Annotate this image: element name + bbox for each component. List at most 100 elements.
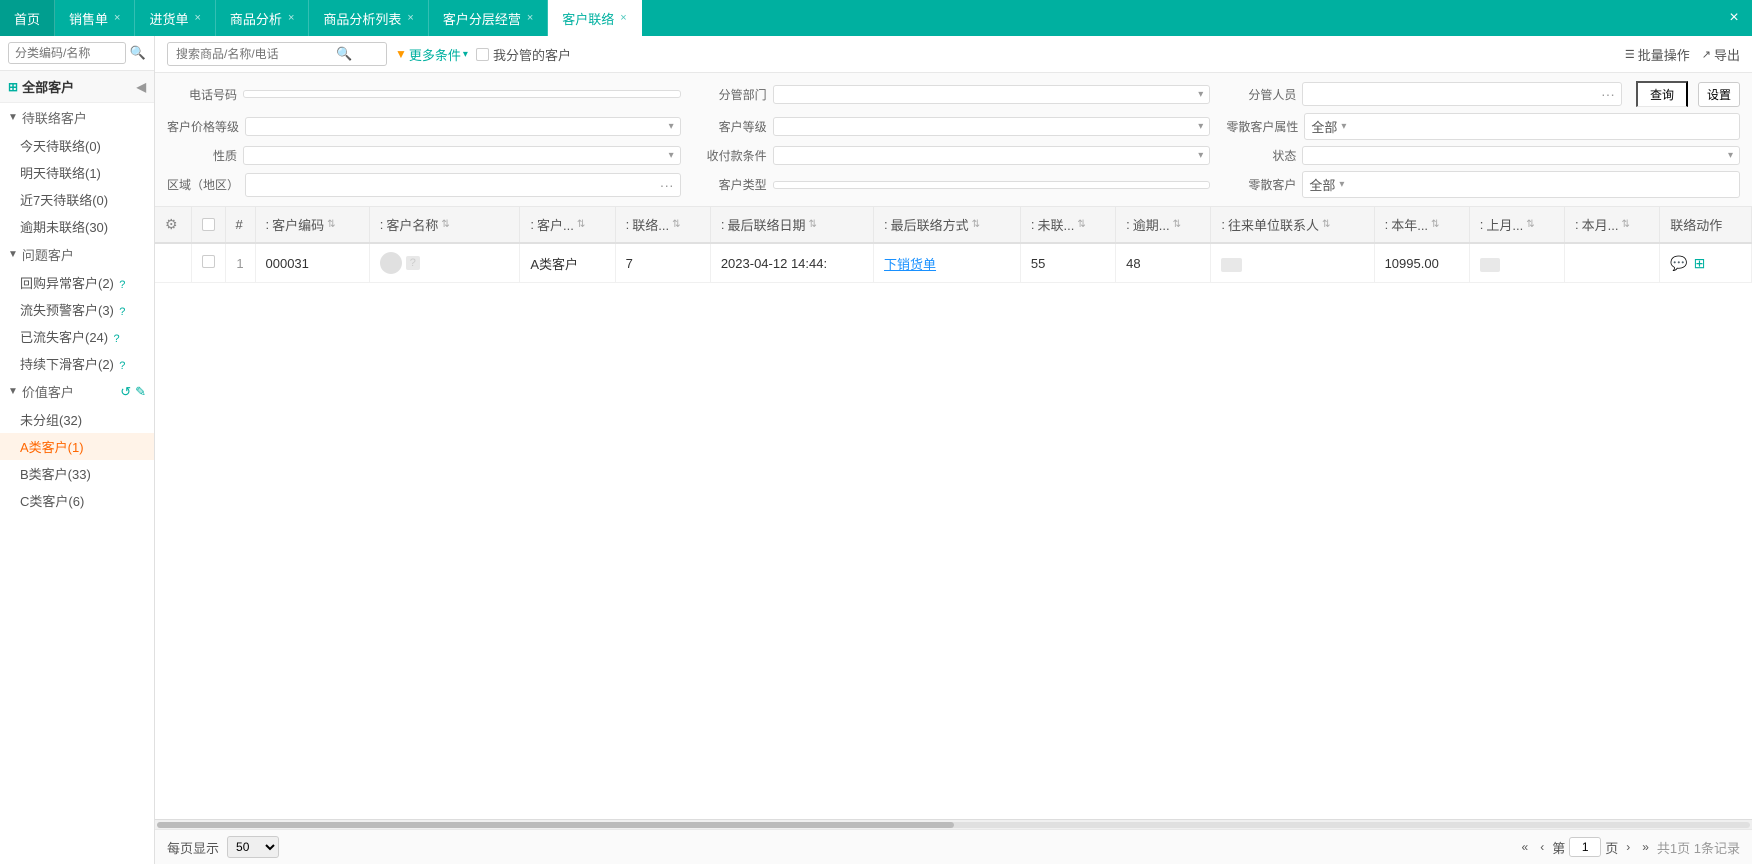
staff-label: 分管人员 <box>1226 86 1296 103</box>
sidebar-search-icon[interactable]: 🔍 <box>130 45 146 61</box>
problem-customers-arrow: ▼ <box>8 249 18 260</box>
sidebar-item-class-a[interactable]: A类客户(1) <box>0 433 154 460</box>
col-num: # <box>225 207 255 243</box>
nav-tab-sales[interactable]: 销售单 × <box>55 0 135 36</box>
export-icon: ↗ <box>1702 48 1711 61</box>
tab-label-customer-mgmt: 客户分层经营 <box>443 9 521 28</box>
tab-close-customer-contact[interactable]: × <box>620 12 626 24</box>
sidebar-problem-customers-group[interactable]: ▼ 问题客户 <box>0 240 154 269</box>
payment-select[interactable]: ▾ <box>773 146 1211 165</box>
sidebar-item-churn-warning[interactable]: 流失预警客户(3) ? <box>0 296 154 323</box>
col-settings[interactable]: ⚙ <box>155 207 191 243</box>
col-last-method[interactable]: : 最后联络方式 ⇅ <box>874 207 1021 243</box>
sidebar-item-declining[interactable]: 持续下滑客户(2) ? <box>0 350 154 377</box>
sidebar-item-class-b[interactable]: B类客户(33) <box>0 460 154 487</box>
page-size-select[interactable]: 50 100 200 <box>227 836 279 858</box>
col-this-month[interactable]: : 本月... ⇅ <box>1565 207 1660 243</box>
sidebar-search-area: 🔍 <box>0 36 154 71</box>
refresh-icon[interactable]: ↺ <box>120 384 131 400</box>
help-icon-1[interactable]: ? <box>119 279 125 291</box>
my-customers-checkbox[interactable]: 我分管的客户 <box>476 45 571 64</box>
chat-icon[interactable]: 💬 <box>1670 255 1687 272</box>
price-level-select[interactable]: ▾ <box>245 117 681 136</box>
col-this-year[interactable]: : 本年... ⇅ <box>1374 207 1469 243</box>
sidebar-item-today[interactable]: 今天待联络(0) <box>0 132 154 159</box>
retail-customer-select[interactable]: 全部 ▾ <box>1302 171 1740 198</box>
batch-op-btn[interactable]: ☰ 批量操作 <box>1625 45 1690 64</box>
my-customers-check[interactable] <box>476 48 489 61</box>
sidebar-item-tomorrow[interactable]: 明天待联络(1) <box>0 159 154 186</box>
help-icon-4[interactable]: ? <box>119 360 125 372</box>
help-icon-2[interactable]: ? <box>119 306 125 318</box>
filter-row-dept: 分管部门 ▾ <box>697 81 1211 107</box>
tab-close-analysis[interactable]: × <box>288 12 294 24</box>
sidebar-collapse-btn[interactable]: ◀ <box>137 80 146 94</box>
customer-level-select[interactable]: ▾ <box>773 117 1211 136</box>
first-page-btn[interactable]: « <box>1518 838 1533 856</box>
sidebar-all-customers-header: ⊞ 全部客户 ◀ <box>0 71 154 103</box>
help-icon-3[interactable]: ? <box>113 333 119 345</box>
col-last-date[interactable]: : 最后联络日期 ⇅ <box>710 207 873 243</box>
nav-tab-analysis[interactable]: 商品分析 × <box>216 0 309 36</box>
row-last-method[interactable]: 下销货单 <box>874 243 1021 283</box>
header-checkbox[interactable] <box>202 218 215 231</box>
col-code[interactable]: : 客户编码 ⇅ <box>255 207 369 243</box>
tab-close-sales[interactable]: × <box>114 12 120 24</box>
sidebar-item-overdue[interactable]: 逾期未联络(30) <box>0 213 154 240</box>
sidebar-search-input[interactable] <box>8 42 126 64</box>
col-contact[interactable]: : 联络... ⇅ <box>615 207 710 243</box>
filter-search-input[interactable] <box>176 47 336 61</box>
nav-tab-analysis-list[interactable]: 商品分析列表 × <box>309 0 428 36</box>
last-method-link[interactable]: 下销货单 <box>884 257 936 272</box>
more-conditions-btn[interactable]: ▼ 更多条件 ▾ <box>395 45 468 64</box>
sidebar-item-repurchase-anomaly[interactable]: 回购异常客户(2) ? <box>0 269 154 296</box>
tab-close-purchase[interactable]: × <box>194 12 200 24</box>
col-last-month[interactable]: : 上月... ⇅ <box>1469 207 1564 243</box>
nav-tab-customer-mgmt[interactable]: 客户分层经营 × <box>429 0 548 36</box>
sidebar-value-customers-group[interactable]: ▼ 价值客户 ↺ ✎ <box>0 377 154 406</box>
col-unit-contact[interactable]: : 往来单位联系人 ⇅ <box>1211 207 1374 243</box>
horizontal-scrollbar[interactable] <box>155 819 1752 829</box>
row-checkbox[interactable] <box>191 243 225 283</box>
staff-select[interactable]: ··· <box>1302 82 1622 106</box>
gear-icon[interactable]: ⚙ <box>165 216 178 233</box>
tab-close-analysis-list[interactable]: × <box>407 12 413 24</box>
nav-tab-purchase[interactable]: 进货单 × <box>135 0 215 36</box>
settings-btn[interactable]: 设置 <box>1698 82 1740 107</box>
phone-input[interactable] <box>243 90 681 98</box>
query-btn[interactable]: 查询 <box>1636 81 1688 107</box>
retail-attr-select[interactable]: 全部 ▾ <box>1304 113 1740 140</box>
sidebar-item-7days[interactable]: 近7天待联络(0) <box>0 186 154 213</box>
table-header: ⚙ # <box>155 207 1752 243</box>
nav-tab-customer-contact[interactable]: 客户联络 × <box>548 0 641 36</box>
filter-bar: 🔍 ▼ 更多条件 ▾ 我分管的客户 ☰ 批量操作 ↗ 导出 <box>155 36 1752 73</box>
sidebar-item-class-c[interactable]: C类客户(6) <box>0 487 154 514</box>
col-level[interactable]: : 客户... ⇅ <box>520 207 615 243</box>
col-overdue[interactable]: : 逾期... ⇅ <box>1116 207 1211 243</box>
last-page-btn[interactable]: » <box>1638 838 1653 856</box>
status-select[interactable]: ▾ <box>1302 146 1740 165</box>
page-num-input[interactable] <box>1569 837 1601 857</box>
prev-page-btn[interactable]: ‹ <box>1536 838 1548 856</box>
sidebar-pending-contact-group[interactable]: ▼ 待联络客户 <box>0 103 154 132</box>
sidebar-item-ungrouped[interactable]: 未分组(32) <box>0 406 154 433</box>
customer-type-select[interactable] <box>773 181 1211 189</box>
scrollbar-thumb[interactable] <box>157 822 954 828</box>
top-nav-close-btn[interactable]: × <box>1716 0 1752 36</box>
dept-select[interactable]: ▾ <box>773 85 1211 104</box>
region-select[interactable]: ··· <box>245 173 681 197</box>
edit-icon[interactable]: ✎ <box>135 384 146 400</box>
row-check[interactable] <box>202 255 215 268</box>
sidebar-item-churned[interactable]: 已流失客户(24) ? <box>0 323 154 350</box>
next-page-btn[interactable]: › <box>1622 838 1634 856</box>
col-no-contact[interactable]: : 未联... ⇅ <box>1020 207 1115 243</box>
nature-select[interactable]: ▾ <box>243 146 681 165</box>
qrcode-icon[interactable]: ⊞ <box>1694 255 1706 272</box>
home-label: 首页 <box>14 9 40 28</box>
col-name[interactable]: : 客户名称 ⇅ <box>369 207 520 243</box>
tab-close-customer-mgmt[interactable]: × <box>527 12 533 24</box>
export-btn[interactable]: ↗ 导出 <box>1702 45 1740 64</box>
filter-search-icon[interactable]: 🔍 <box>336 46 352 62</box>
nav-tab-home[interactable]: 首页 <box>0 0 55 36</box>
page-label: 第 <box>1552 838 1565 857</box>
